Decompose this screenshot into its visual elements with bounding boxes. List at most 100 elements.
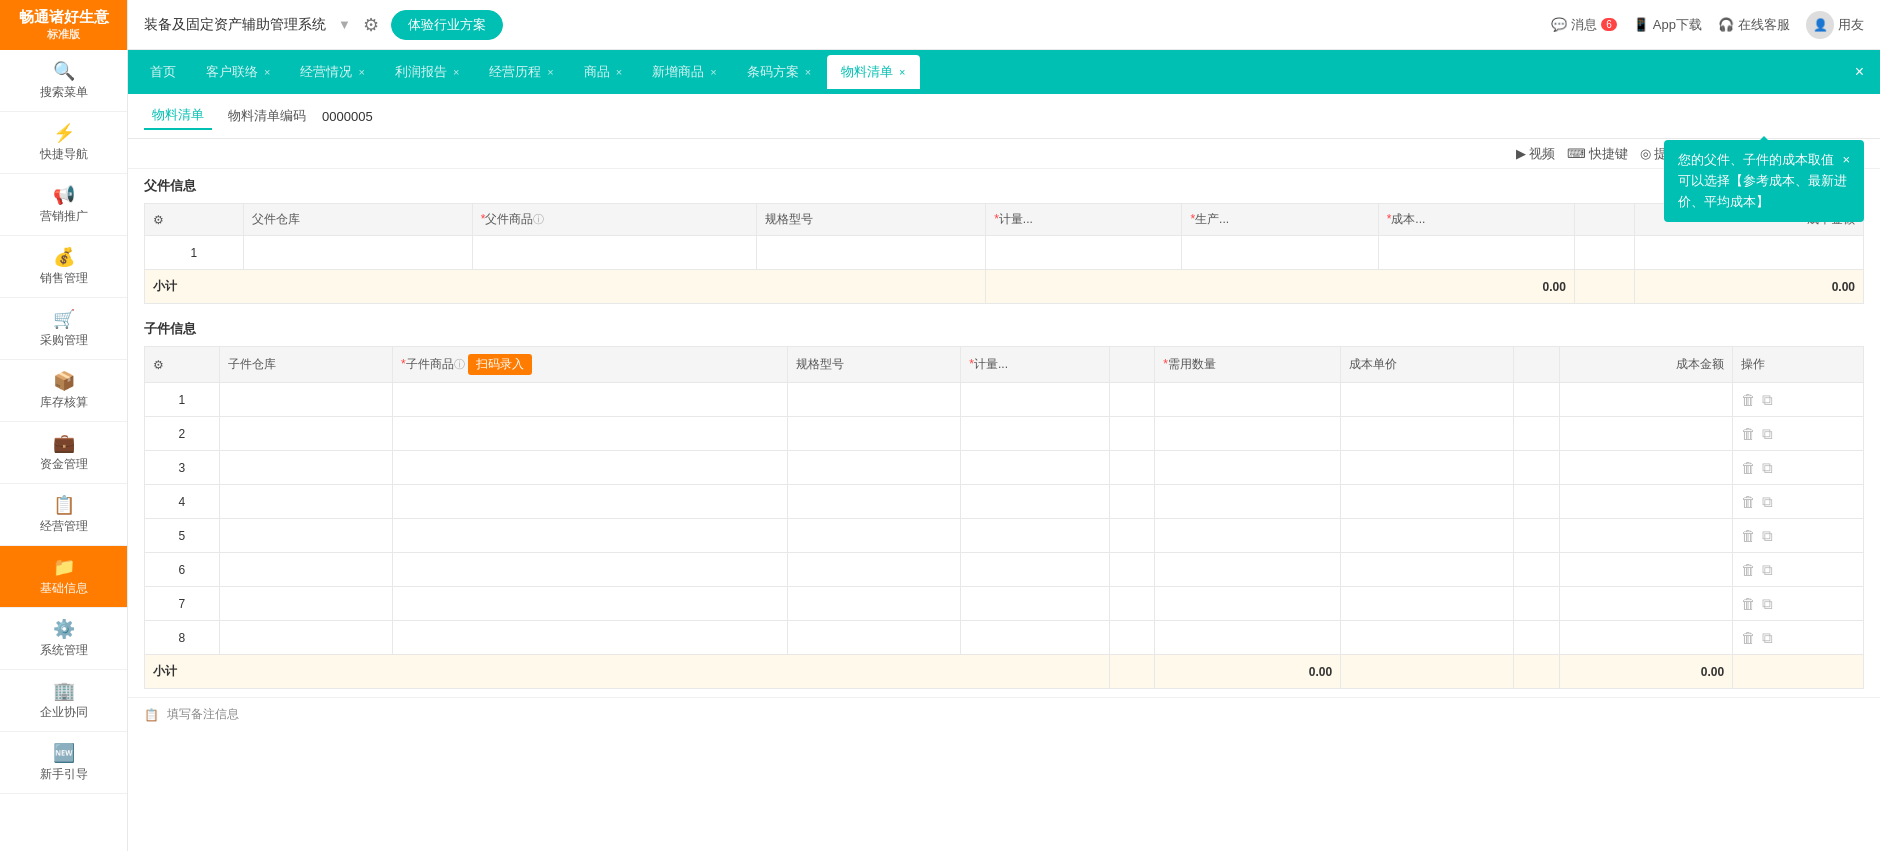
child-cell-quantity-8[interactable] (1155, 621, 1341, 655)
sidebar-item-guide[interactable]: 🆕新手引导 (0, 732, 127, 794)
child-cell-amount-7[interactable] (1559, 587, 1732, 621)
delete-icon-1[interactable]: 🗑 (1741, 391, 1756, 408)
child-cell-product-6[interactable] (393, 553, 788, 587)
child-cell-unit-7[interactable] (961, 587, 1110, 621)
child-cell-unitcost-1[interactable] (1341, 383, 1514, 417)
child-cell-unit-8[interactable] (961, 621, 1110, 655)
nav-tab-6[interactable]: 新增商品× (638, 55, 730, 89)
copy-icon-7[interactable]: ⧉ (1762, 595, 1773, 613)
sidebar-item-enterprise[interactable]: 🏢企业协同 (0, 670, 127, 732)
sidebar-item-sales[interactable]: 💰销售管理 (0, 236, 127, 298)
view-btn[interactable]: ▶ 视频 (1516, 145, 1555, 163)
nav-tab-close-8[interactable]: × (899, 66, 905, 78)
nav-tab-3[interactable]: 利润报告× (381, 55, 473, 89)
child-cell-unitcost-3[interactable] (1341, 451, 1514, 485)
child-cell-quantity-5[interactable] (1155, 519, 1341, 553)
child-cell-amount-4[interactable] (1559, 485, 1732, 519)
child-cell-product-8[interactable] (393, 621, 788, 655)
child-cell-quantity-4[interactable] (1155, 485, 1341, 519)
nav-tab-close-1[interactable]: × (264, 66, 270, 78)
sidebar-item-quick-nav[interactable]: ⚡快捷导航 (0, 112, 127, 174)
child-cell-spec-1[interactable] (787, 383, 960, 417)
child-cell-product-2[interactable] (393, 417, 788, 451)
nav-tab-close-5[interactable]: × (616, 66, 622, 78)
sidebar-item-system[interactable]: ⚙️系统管理 (0, 608, 127, 670)
child-cell-warehouse-2[interactable] (219, 417, 392, 451)
nav-tab-2[interactable]: 经营情况× (286, 55, 378, 89)
nav-tab-close-6[interactable]: × (710, 66, 716, 78)
child-cell-product-1[interactable] (393, 383, 788, 417)
child-cell-unit-4[interactable] (961, 485, 1110, 519)
child-cell-unit-6[interactable] (961, 553, 1110, 587)
child-cell-warehouse-5[interactable] (219, 519, 392, 553)
child-cell-spec-3[interactable] (787, 451, 960, 485)
child-cell-quantity-1[interactable] (1155, 383, 1341, 417)
child-cell-unit-5[interactable] (961, 519, 1110, 553)
child-cell-quantity-7[interactable] (1155, 587, 1341, 621)
child-cell-product-7[interactable] (393, 587, 788, 621)
copy-icon-3[interactable]: ⧉ (1762, 459, 1773, 477)
copy-icon-6[interactable]: ⧉ (1762, 561, 1773, 579)
child-cell-spec-8[interactable] (787, 621, 960, 655)
child-cell-unit-2[interactable] (961, 417, 1110, 451)
sidebar-item-purchase[interactable]: 🛒采购管理 (0, 298, 127, 360)
child-cell-warehouse-4[interactable] (219, 485, 392, 519)
child-cell-unitcost-5[interactable] (1341, 519, 1514, 553)
nav-tab-close-4[interactable]: × (547, 66, 553, 78)
nav-tab-close-2[interactable]: × (358, 66, 364, 78)
scan-button[interactable]: 扫码录入 (468, 354, 532, 375)
nav-tab-1[interactable]: 客户联络× (192, 55, 284, 89)
child-cell-warehouse-8[interactable] (219, 621, 392, 655)
parent-cell-production[interactable] (1182, 236, 1378, 270)
close-all-tabs-icon[interactable]: × (1847, 59, 1872, 85)
child-cell-spec-5[interactable] (787, 519, 960, 553)
copy-icon-1[interactable]: ⧉ (1762, 391, 1773, 409)
parent-cell-product[interactable] (472, 236, 756, 270)
child-cell-product-3[interactable] (393, 451, 788, 485)
sidebar-item-search[interactable]: 🔍搜索菜单 (0, 50, 127, 112)
parent-cell-cost[interactable] (1378, 236, 1574, 270)
child-cell-quantity-3[interactable] (1155, 451, 1341, 485)
child-cell-warehouse-1[interactable] (219, 383, 392, 417)
parent-cell-spec[interactable] (757, 236, 986, 270)
delete-icon-7[interactable]: 🗑 (1741, 595, 1756, 612)
copy-icon-8[interactable]: ⧉ (1762, 629, 1773, 647)
child-cell-spec-2[interactable] (787, 417, 960, 451)
child-cell-quantity-2[interactable] (1155, 417, 1341, 451)
child-cell-amount-6[interactable] (1559, 553, 1732, 587)
shortcut-btn[interactable]: ⌨ 快捷键 (1567, 145, 1628, 163)
dropdown-arrow-icon[interactable]: ▼ (338, 17, 351, 32)
sidebar-item-marketing[interactable]: 📢营销推广 (0, 174, 127, 236)
nav-tab-close-7[interactable]: × (805, 66, 811, 78)
nav-tab-0[interactable]: 首页 (136, 55, 190, 89)
child-cell-spec-4[interactable] (787, 485, 960, 519)
copy-icon-5[interactable]: ⧉ (1762, 527, 1773, 545)
child-cell-unitcost-6[interactable] (1341, 553, 1514, 587)
delete-icon-3[interactable]: 🗑 (1741, 459, 1756, 476)
sidebar-item-basic[interactable]: 📁基础信息 (0, 546, 127, 608)
child-cell-unit-3[interactable] (961, 451, 1110, 485)
child-cell-product-4[interactable] (393, 485, 788, 519)
child-cell-unit-1[interactable] (961, 383, 1110, 417)
parent-cell-unit[interactable] (986, 236, 1182, 270)
child-cell-amount-1[interactable] (1559, 383, 1732, 417)
child-cell-spec-6[interactable] (787, 553, 960, 587)
child-cell-unitcost-2[interactable] (1341, 417, 1514, 451)
child-cell-unitcost-7[interactable] (1341, 587, 1514, 621)
child-cell-amount-8[interactable] (1559, 621, 1732, 655)
child-cell-amount-2[interactable] (1559, 417, 1732, 451)
child-cell-quantity-6[interactable] (1155, 553, 1341, 587)
child-cell-unitcost-4[interactable] (1341, 485, 1514, 519)
nav-tab-8[interactable]: 物料清单× (827, 55, 919, 89)
sub-tab-code[interactable]: 物料清单编码 (220, 103, 314, 129)
user-item[interactable]: 👤 用友 (1806, 11, 1864, 39)
sub-tab-bom[interactable]: 物料清单 (144, 102, 212, 130)
child-cell-spec-7[interactable] (787, 587, 960, 621)
sidebar-item-ops[interactable]: 📋经营管理 (0, 484, 127, 546)
nav-tab-close-3[interactable]: × (453, 66, 459, 78)
child-cell-warehouse-7[interactable] (219, 587, 392, 621)
message-item[interactable]: 💬 消息 6 (1551, 16, 1617, 34)
child-cell-amount-3[interactable] (1559, 451, 1732, 485)
parent-cell-amount[interactable] (1634, 236, 1863, 270)
nav-tab-5[interactable]: 商品× (570, 55, 636, 89)
